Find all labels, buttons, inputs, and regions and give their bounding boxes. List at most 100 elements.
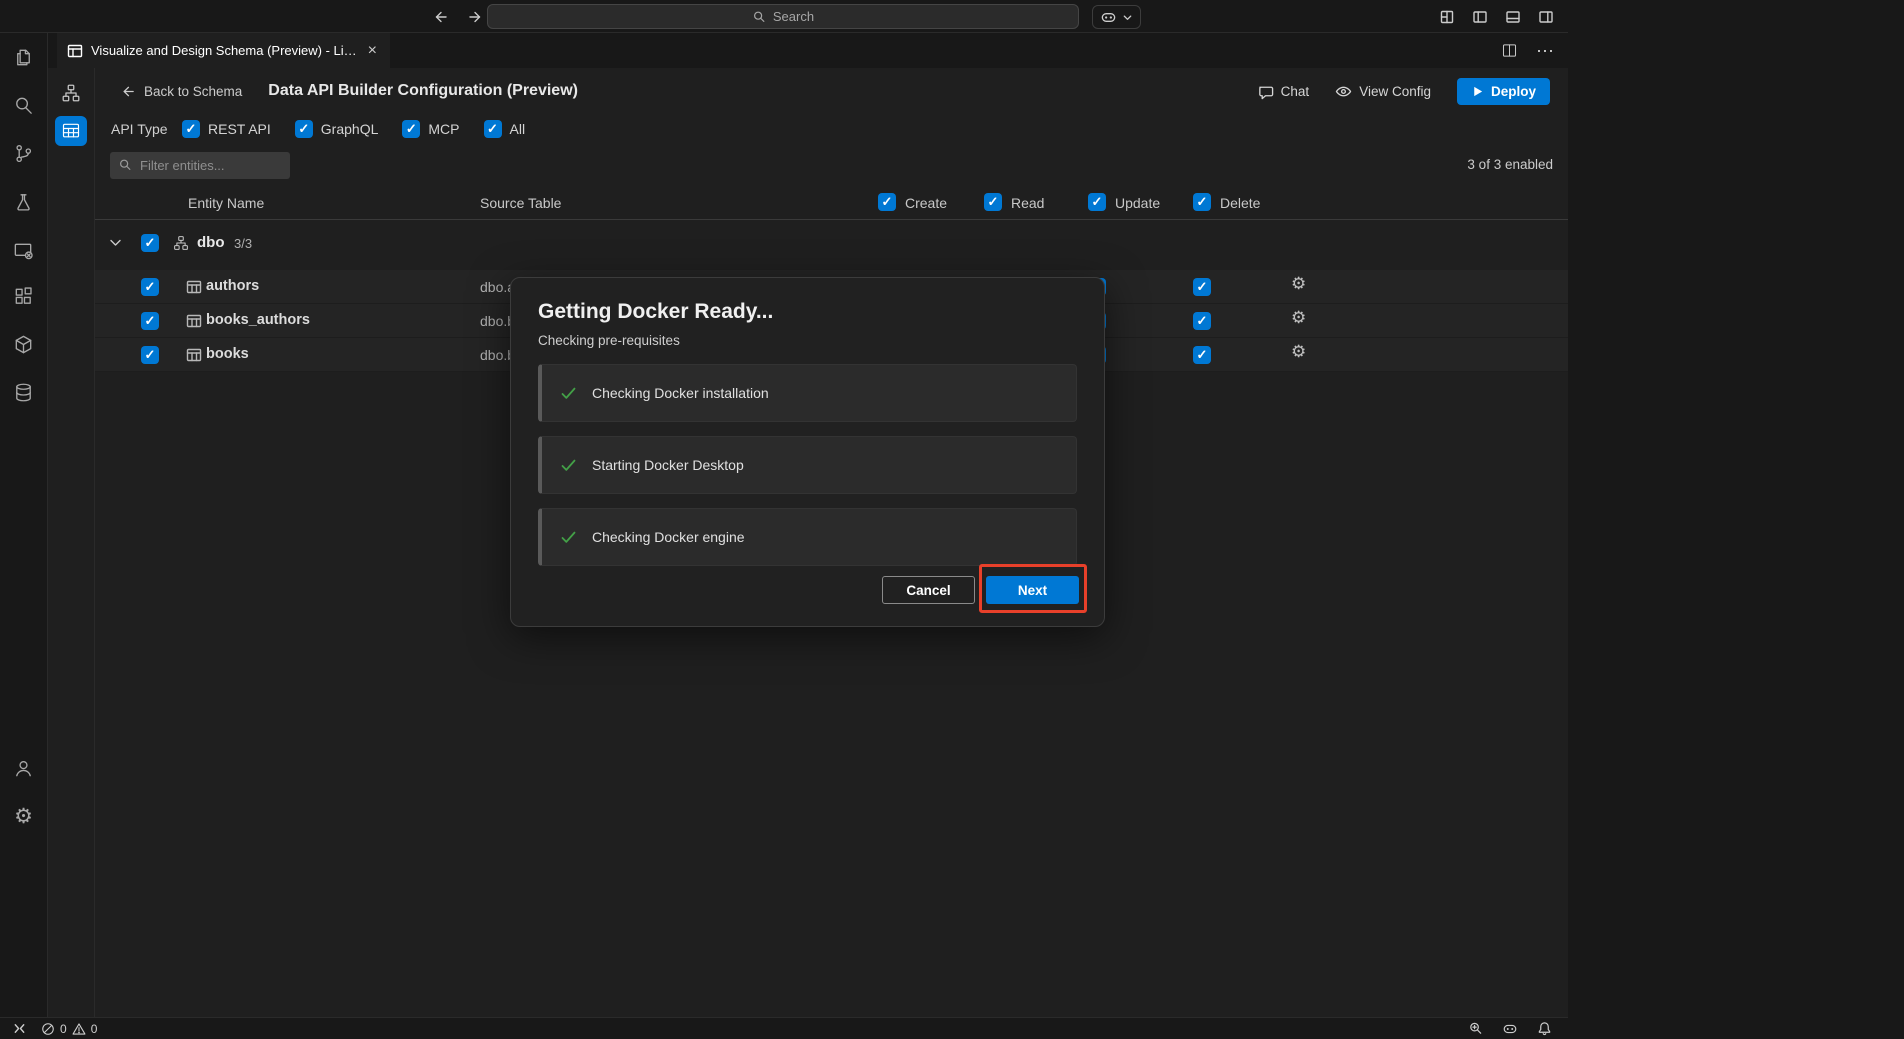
- toggle-panel-button[interactable]: [1503, 7, 1523, 27]
- step-docker-installation: Checking Docker installation: [538, 364, 1077, 422]
- view-config-button[interactable]: View Config: [1335, 84, 1431, 99]
- back-to-schema-button[interactable]: Back to Schema: [120, 84, 242, 99]
- zoom-status-button[interactable]: [1466, 1019, 1485, 1038]
- group-checkbox[interactable]: [141, 234, 159, 252]
- graphql-checkbox[interactable]: [295, 120, 313, 138]
- row-checkbox[interactable]: [141, 346, 159, 364]
- gear-icon: ⚙: [14, 806, 33, 827]
- designer-side-strip: [48, 68, 95, 1017]
- all-checkbox[interactable]: [484, 120, 502, 138]
- view-config-label: View Config: [1359, 84, 1431, 99]
- chat-button[interactable]: Chat: [1257, 83, 1310, 100]
- entity-filter: [110, 152, 290, 179]
- col-delete: Delete: [1220, 195, 1260, 211]
- back-button[interactable]: [430, 7, 450, 27]
- copilot-icon: [1502, 1021, 1518, 1037]
- zoom-magnifier-icon: [1468, 1021, 1483, 1036]
- filter-mcp[interactable]: MCP: [402, 120, 459, 138]
- collapse-group-button[interactable]: [108, 235, 123, 250]
- toggle-sidebar-button[interactable]: [1470, 7, 1490, 27]
- filter-entities-input[interactable]: [110, 152, 290, 179]
- customize-layout-button[interactable]: [1437, 7, 1457, 27]
- split-editor-icon: [1501, 42, 1518, 59]
- activity-accounts[interactable]: [0, 745, 47, 791]
- tab-title: Visualize and Design Schema (Preview) - …: [91, 43, 357, 58]
- mcp-checkbox[interactable]: [402, 120, 420, 138]
- entity-settings-button[interactable]: ⚙: [1291, 342, 1306, 362]
- activity-containers[interactable]: [0, 321, 47, 367]
- activity-search[interactable]: [0, 82, 47, 128]
- status-bar: 0 0: [0, 1017, 1568, 1039]
- activity-explorer[interactable]: [0, 34, 47, 80]
- source-control-icon: [12, 142, 35, 165]
- copilot-menu-button[interactable]: [1092, 5, 1141, 29]
- api-type-label: API Type: [111, 121, 177, 137]
- filter-rest-api[interactable]: REST API: [182, 120, 271, 138]
- table-config-icon: [61, 121, 81, 141]
- filter-all[interactable]: All: [484, 120, 526, 138]
- activity-testing[interactable]: [0, 179, 47, 225]
- remote-window-x-icon: [12, 239, 35, 262]
- activity-database[interactable]: [0, 369, 47, 415]
- entity-settings-button[interactable]: ⚙: [1291, 308, 1306, 328]
- problems-indicator[interactable]: 0 0: [41, 1022, 97, 1036]
- bell-icon: [1537, 1021, 1552, 1036]
- schema-group-row[interactable]: dbo 3/3: [95, 226, 1568, 262]
- delete-checkbox[interactable]: [1193, 312, 1211, 330]
- schema-icon: [172, 234, 190, 252]
- filter-graphql[interactable]: GraphQL: [295, 120, 379, 138]
- arrow-left-icon: [432, 9, 448, 25]
- deploy-button[interactable]: Deploy: [1457, 78, 1550, 105]
- schema-hierarchy-icon: [60, 82, 82, 104]
- graphql-label: GraphQL: [321, 121, 379, 137]
- entity-filter-row: 3 of 3 enabled: [95, 152, 1568, 180]
- cancel-button[interactable]: Cancel: [882, 576, 975, 604]
- arrow-left-icon: [120, 84, 135, 99]
- activity-extensions[interactable]: [0, 273, 47, 319]
- read-all-checkbox[interactable]: [984, 193, 1002, 211]
- search-icon: [12, 94, 35, 117]
- next-button[interactable]: Next: [986, 576, 1079, 604]
- tab-close-button[interactable]: ×: [365, 42, 380, 60]
- step-docker-desktop: Starting Docker Desktop: [538, 436, 1077, 494]
- delete-checkbox[interactable]: [1193, 278, 1211, 296]
- rest-api-checkbox[interactable]: [182, 120, 200, 138]
- files-icon: [12, 46, 35, 69]
- create-all-checkbox[interactable]: [878, 193, 896, 211]
- check-icon: [560, 386, 577, 401]
- dialog-subtitle: Checking pre-requisites: [538, 333, 1077, 348]
- panel-left-icon: [1472, 9, 1488, 25]
- schema-designer-view-button[interactable]: [55, 78, 87, 108]
- arrow-right-icon: [468, 9, 484, 25]
- entity-settings-button[interactable]: ⚙: [1291, 274, 1306, 294]
- chat-icon: [1257, 83, 1274, 100]
- update-all-checkbox[interactable]: [1088, 193, 1106, 211]
- error-count: 0: [60, 1022, 67, 1036]
- delete-checkbox[interactable]: [1193, 346, 1211, 364]
- deploy-label: Deploy: [1491, 84, 1536, 99]
- copilot-status-button[interactable]: [1500, 1019, 1520, 1039]
- row-checkbox[interactable]: [141, 278, 159, 296]
- warning-icon: [72, 1022, 86, 1036]
- activity-source-control[interactable]: [0, 130, 47, 176]
- command-center-search[interactable]: Search: [487, 4, 1079, 29]
- tab-visualize-schema[interactable]: Visualize and Design Schema (Preview) - …: [57, 33, 390, 68]
- activity-settings[interactable]: ⚙: [0, 793, 47, 839]
- step-label: Checking Docker engine: [592, 529, 745, 545]
- extensions-icon: [12, 285, 35, 308]
- header-actions: Chat View Config Deploy: [1257, 78, 1550, 105]
- dab-config-view-button[interactable]: [55, 116, 87, 146]
- col-source-table: Source Table: [480, 195, 561, 211]
- activity-remote-explorer[interactable]: [0, 227, 47, 273]
- group-count: 3/3: [234, 236, 252, 251]
- more-actions-button[interactable]: ⋯: [1534, 40, 1556, 62]
- delete-all-checkbox[interactable]: [1193, 193, 1211, 211]
- remote-indicator-button[interactable]: [10, 1019, 29, 1038]
- notifications-bell-button[interactable]: [1535, 1019, 1554, 1038]
- split-editor-button[interactable]: [1499, 40, 1520, 61]
- status-left: 0 0: [0, 1019, 97, 1038]
- toggle-secondary-sidebar-button[interactable]: [1536, 7, 1556, 27]
- forward-button[interactable]: [466, 7, 486, 27]
- row-checkbox[interactable]: [141, 312, 159, 330]
- group-name: dbo: [197, 234, 225, 251]
